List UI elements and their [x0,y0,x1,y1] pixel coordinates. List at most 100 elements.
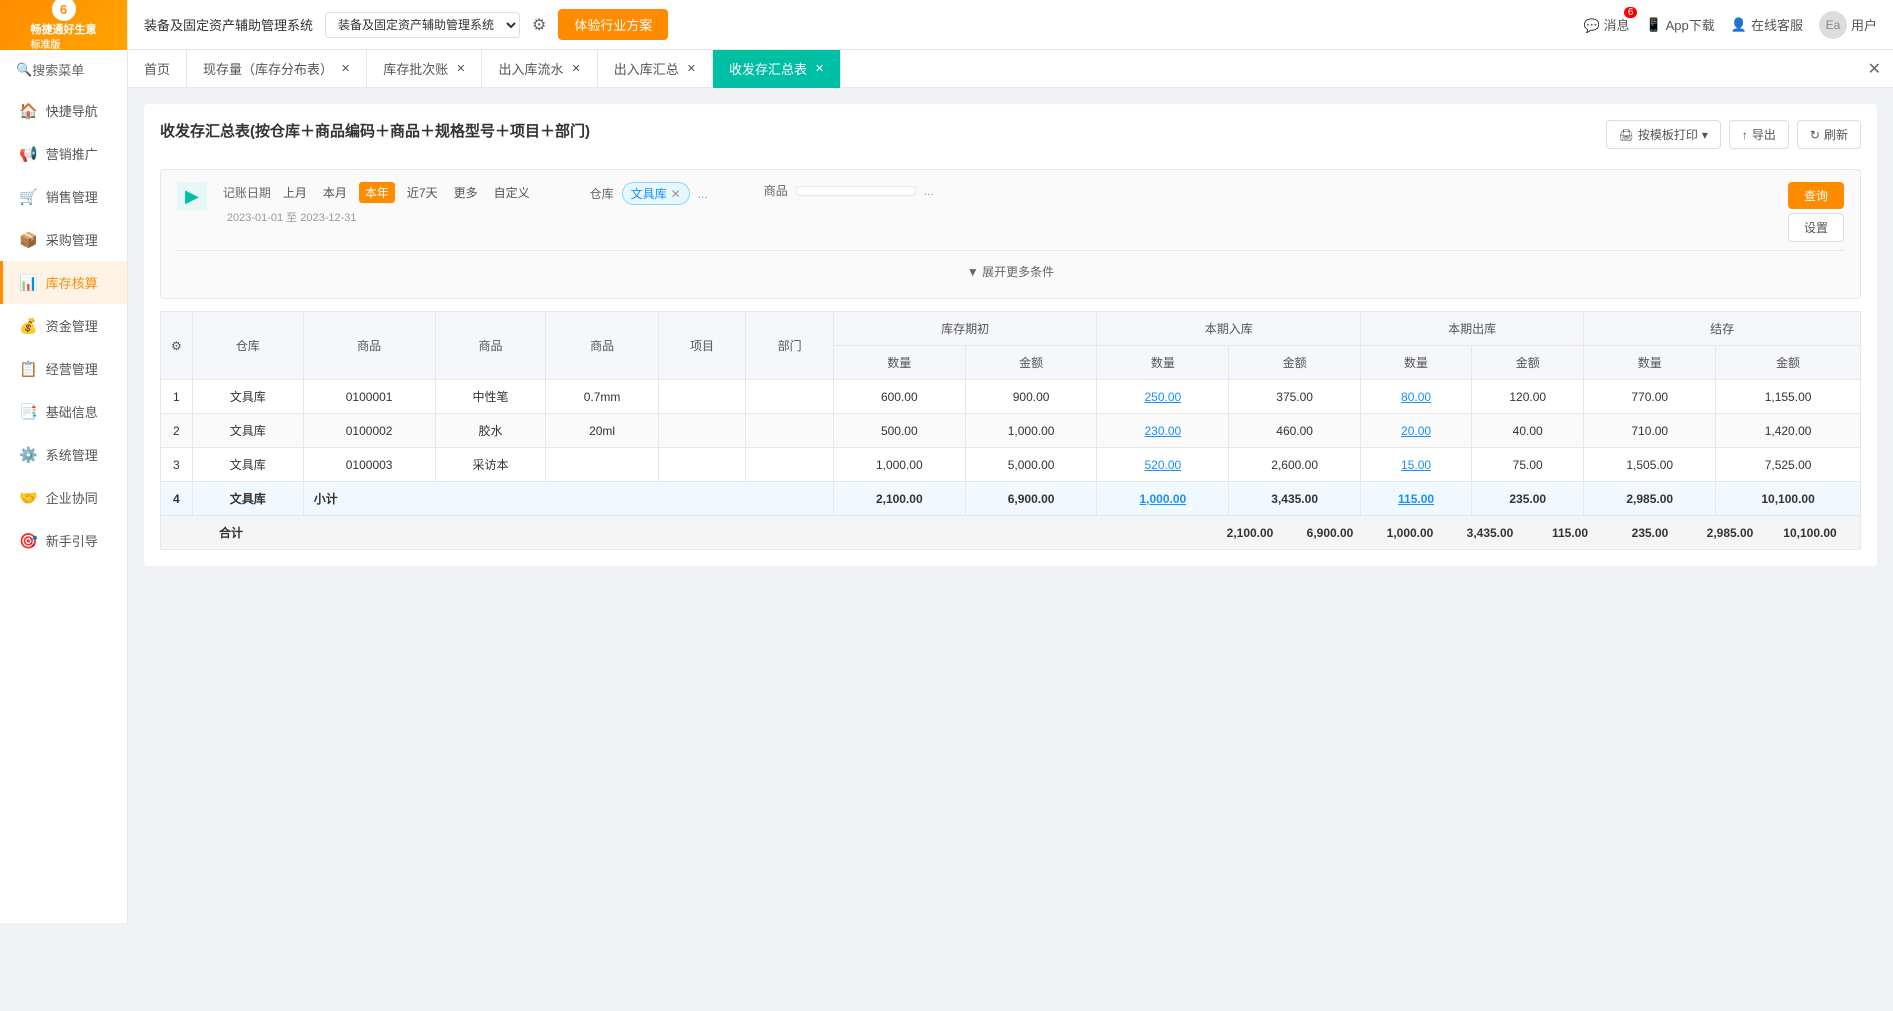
th-goods-name: 商品 [435,312,546,380]
cell-out-qty[interactable]: 20.00 [1361,414,1472,448]
cell-goods-code: 0100002 [303,414,435,448]
date-btn-last-month[interactable]: 上月 [279,182,311,203]
tab-close-all[interactable]: ✕ [1856,59,1893,79]
date-btn-this-year[interactable]: 本年 [359,182,395,203]
sidebar-item-sales[interactable]: 🛒 销售管理 [0,175,127,218]
sidebar-item-finance[interactable]: 💰 资金管理 [0,304,127,347]
print-icon: 🖨 [1619,128,1634,142]
cell-in-qty[interactable]: 230.00 [1097,414,1229,448]
sidebar-item-guide[interactable]: 🎯 新手引导 [0,519,127,562]
th-settings[interactable]: ⚙ [161,312,193,380]
th-group-opening: 库存期初 [833,312,1097,346]
cell-in-qty[interactable]: 250.00 [1097,380,1229,414]
marketing-icon: 📢 [19,145,38,163]
tab-inout-flow[interactable]: 出入库流水 ✕ [482,50,597,88]
tab-inout-summary[interactable]: 出入库汇总 ✕ [598,50,713,88]
tab-batch[interactable]: 库存批次账 ✕ [367,50,482,88]
subtotal-warehouse: 文具库 [192,482,303,516]
inventory-icon: 📊 [19,274,38,292]
sidebar-item-operations[interactable]: 📋 经营管理 [0,347,127,390]
th-in-qty: 数量 [1097,346,1229,380]
th-goods-spec: 商品 [546,312,658,380]
sidebar-item-purchase[interactable]: 📦 采购管理 [0,218,127,261]
app-download[interactable]: 📱 App下载 [1645,15,1714,34]
tab-close-batch[interactable]: ✕ [456,62,465,75]
tab-close-stock-dist[interactable]: ✕ [341,62,350,75]
export-button[interactable]: ↑ 导出 [1729,120,1789,149]
system-title: 装备及固定资产辅助管理系统 [144,15,313,34]
tab-recv-send-summary[interactable]: 收发存汇总表 ✕ [713,50,841,88]
tabs-bar: 首页 现存量（库存分布表） ✕ 库存批次账 ✕ 出入库流水 ✕ 出入库汇总 ✕ … [128,50,1893,88]
cell-goods-name: 采访本 [435,448,546,482]
subtotal-out-qty: 115.00 [1361,482,1472,516]
cell-seq: 3 [161,448,193,482]
sidebar-item-search[interactable]: 🔍 搜索菜单 [0,50,127,89]
settings-button[interactable]: 设置 [1788,213,1844,242]
cell-opening-qty: 1,000.00 [833,448,965,482]
cell-opening-qty: 600.00 [833,380,965,414]
tab-stock-dist[interactable]: 现存量（库存分布表） ✕ [187,50,367,88]
online-service[interactable]: 👤 在线客服 [1731,15,1803,34]
goods-dots[interactable]: ... [924,184,934,198]
sidebar-item-cooperation[interactable]: 🤝 企业协同 [0,476,127,519]
cell-department [746,414,834,448]
warehouse-dots[interactable]: ... [698,187,708,201]
date-btn-custom[interactable]: 自定义 [490,182,534,203]
total-in-qty: 1,000.00 [1370,526,1450,540]
tab-close-inout-summary[interactable]: ✕ [687,62,696,75]
th-group-closing: 结存 [1584,312,1861,346]
cell-goods-code: 0100003 [303,448,435,482]
expand-button[interactable]: ▼ 展开更多条件 [177,257,1844,286]
sidebar-item-system[interactable]: ⚙️ 系统管理 [0,433,127,476]
sidebar-item-marketing[interactable]: 📢 营销推广 [0,132,127,175]
home-icon: 🏠 [19,102,38,120]
date-btn-this-month[interactable]: 本月 [319,182,351,203]
tab-close-recv-send[interactable]: ✕ [815,62,824,75]
cell-in-amt: 375.00 [1229,380,1361,414]
query-button[interactable]: 查询 [1788,182,1844,209]
tab-home[interactable]: 首页 [128,50,187,88]
cell-out-qty[interactable]: 15.00 [1361,448,1472,482]
cell-department [746,380,834,414]
table-row: 3 文具库 0100003 采访本 1,000.00 5,000.00 520.… [161,448,1861,482]
user-area[interactable]: Ea 用户 [1819,11,1877,39]
content-card: 收发存汇总表(按仓库＋商品编码＋商品＋规格型号＋项目＋部门) 🖨 按模板打印 ▾… [144,104,1877,566]
tab-close-inout-flow[interactable]: ✕ [572,62,581,75]
cooperation-icon: 🤝 [19,489,38,507]
gear-icon[interactable]: ⚙ [532,15,546,35]
table-row: 2 文具库 0100002 胶水 20ml 500.00 1,000.00 23… [161,414,1861,448]
date-btn-7days[interactable]: 近7天 [403,182,442,203]
filter-arrow-btn[interactable]: ▶ [177,182,207,211]
page-title: 收发存汇总表(按仓库＋商品编码＋商品＋规格型号＋项目＋部门) [160,120,590,141]
system-selector[interactable]: 装备及固定资产辅助管理系统 [325,12,520,38]
cell-seq: 1 [161,380,193,414]
action-buttons: 🖨 按模板打印 ▾ ↑ 导出 ↻ 刷新 [1606,120,1861,149]
message-badge[interactable]: 💬 6 消息 [1584,15,1630,34]
cell-out-qty[interactable]: 80.00 [1361,380,1472,414]
sidebar: 6 畅捷通好生意 标准版 🔍 搜索菜单 🏠 快捷导航 📢 营销推广 🛒 销售管理… [0,0,128,923]
total-opening-amt: 6,900.00 [1290,526,1370,540]
experience-button[interactable]: 体验行业方案 [558,9,668,40]
subtotal-label: 小计 [303,482,833,516]
search-icon: 🔍 [16,62,32,78]
th-out-amt: 金额 [1472,346,1584,380]
sidebar-item-inventory[interactable]: 📊 库存核算 [0,261,127,304]
total-out-amt: 235.00 [1610,526,1690,540]
date-btn-more[interactable]: 更多 [450,182,482,203]
cell-closing-qty: 1,505.00 [1584,448,1716,482]
cell-warehouse: 文具库 [192,380,303,414]
print-button[interactable]: 🖨 按模板打印 ▾ [1606,120,1721,149]
operations-icon: 📋 [19,360,38,378]
sidebar-item-basic-info[interactable]: 📑 基础信息 [0,390,127,433]
sidebar-logo: 6 畅捷通好生意 标准版 [0,0,127,50]
cell-in-qty[interactable]: 520.00 [1097,448,1229,482]
th-out-qty: 数量 [1361,346,1472,380]
refresh-button[interactable]: ↻ 刷新 [1797,120,1861,149]
th-group-out: 本期出库 [1361,312,1584,346]
cell-warehouse: 文具库 [192,448,303,482]
remove-warehouse-tag[interactable]: ✕ [671,187,681,201]
sidebar-item-quick-nav[interactable]: 🏠 快捷导航 [0,89,127,132]
guide-icon: 🎯 [19,532,38,550]
goods-input[interactable] [796,186,916,196]
cell-project [658,380,746,414]
